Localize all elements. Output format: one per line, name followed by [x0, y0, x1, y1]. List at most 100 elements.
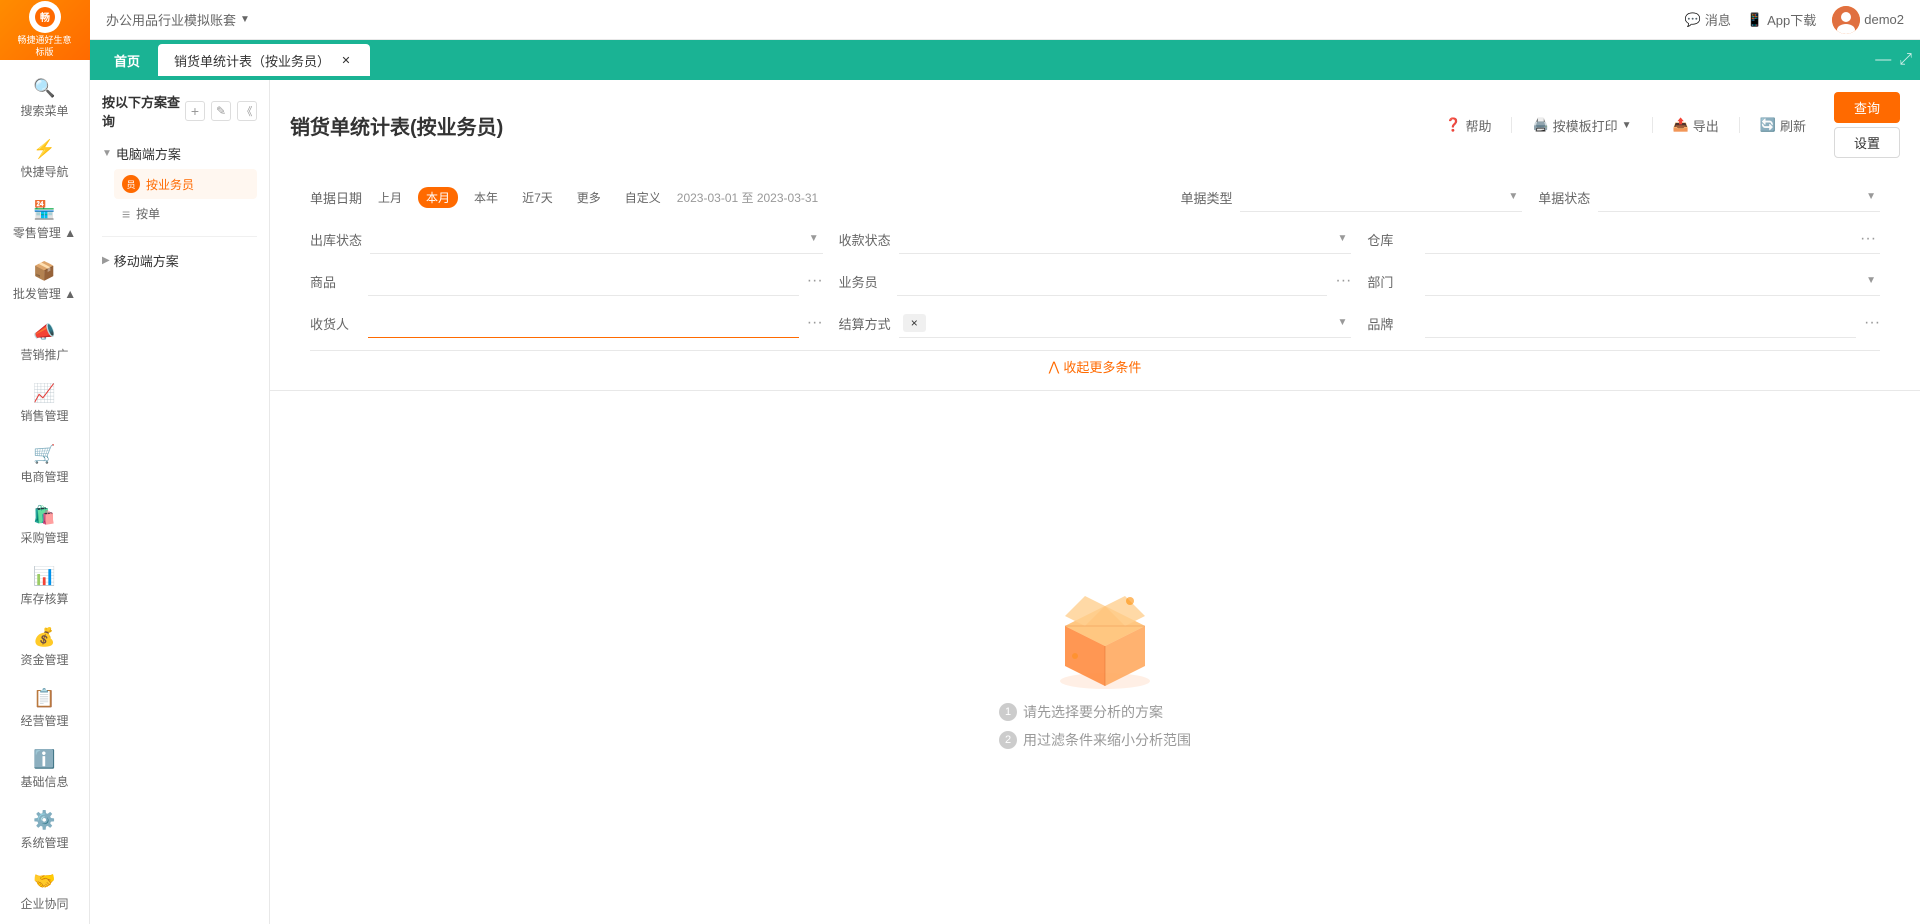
settings-button[interactable]: 设置	[1834, 127, 1900, 158]
collapse-icon: ⋀	[1049, 359, 1060, 375]
filter-panel-actions: + ✎ 《	[185, 101, 257, 121]
doc-type-select[interactable]: ▼	[1240, 182, 1522, 212]
page-content: 按以下方案查询 + ✎ 《 ▼ 电脑端方案 员 按	[90, 80, 1920, 924]
doc-status-select[interactable]: ▼	[1598, 182, 1880, 212]
goods-input[interactable]	[368, 266, 799, 296]
tab-sales-stat[interactable]: 销货单统计表（按业务员） ✕	[158, 44, 370, 76]
date-btn-this-year[interactable]: 本年	[466, 187, 506, 208]
help-button[interactable]: ❓ 帮助	[1437, 112, 1499, 139]
sidebar-item-quick-nav[interactable]: ⚡ 快捷导航	[0, 129, 90, 190]
receiver-dots[interactable]: ···	[807, 314, 823, 332]
sidebar-item-retail[interactable]: 🏪 零售管理 ▲	[0, 190, 90, 251]
message-button[interactable]: 💬 消息	[1685, 10, 1731, 29]
sidebar-item-system[interactable]: ⚙️ 系统管理	[0, 800, 90, 861]
tab-home[interactable]: 首页	[98, 44, 156, 76]
topbar-suite-selector[interactable]: 办公用品行业模拟账套 ▼	[106, 10, 250, 29]
sidebar-item-inventory-label: 库存核算	[20, 590, 68, 607]
collapse-filter-button[interactable]: ⋀ 收起更多条件	[310, 350, 1880, 382]
tip-2-text: 用过滤条件来缩小分析范围	[1023, 730, 1191, 750]
query-button[interactable]: 查询	[1834, 92, 1900, 123]
refresh-label: 刷新	[1780, 116, 1806, 135]
date-btn-7days[interactable]: 近7天	[514, 187, 561, 208]
page-header-top: 销货单统计表(按业务员) ❓ 帮助 🖨️ 按模板打印 ▼	[290, 92, 1900, 158]
sidebar-item-operation[interactable]: 📋 经营管理	[0, 678, 90, 739]
finance-icon: 💰	[33, 627, 55, 648]
print-button[interactable]: 🖨️ 按模板打印 ▼	[1524, 112, 1639, 139]
sidebar-item-finance-label: 资金管理	[20, 651, 68, 668]
user-menu[interactable]: demo2	[1832, 6, 1904, 34]
refresh-button[interactable]: 🔄 刷新	[1752, 112, 1814, 139]
filter-department-field: 部门 ▼	[1367, 266, 1880, 296]
empty-state: 1 请先选择要分析的方案 2 用过滤条件来缩小分析范围	[999, 566, 1191, 750]
payment-label: 结算方式	[839, 314, 891, 333]
receipt-status-select[interactable]: ▼	[899, 224, 1352, 254]
empty-box-svg	[1035, 566, 1175, 706]
export-icon: 📤	[1673, 117, 1689, 133]
desktop-scheme-header[interactable]: ▼ 电脑端方案	[102, 138, 257, 169]
tab-close-icon[interactable]: ✕	[338, 52, 354, 68]
sidebar-item-basics[interactable]: ℹ️ 基础信息	[0, 739, 90, 800]
filter-date-field: 单据日期 上月 本月 本年 近7天 更多 自定义 2023-03-01 至 20…	[310, 187, 1164, 208]
app-download-button[interactable]: 📱 App下载	[1747, 10, 1816, 29]
divider3	[1739, 117, 1740, 133]
sidebar-item-wholesale[interactable]: 📦 批发管理 ▲	[0, 251, 90, 312]
sidebar-logo[interactable]: 畅 畅捷通好生意 标版	[0, 0, 90, 60]
out-status-select[interactable]: ▼	[370, 224, 823, 254]
filter-divider	[102, 236, 257, 237]
filter-doc-type-field: 单据类型 ▼	[1180, 182, 1522, 212]
collapse-panel-button[interactable]: 《	[237, 101, 257, 121]
date-btn-more[interactable]: 更多	[569, 187, 609, 208]
marketing-icon: 📣	[33, 322, 55, 343]
collapse-label: 收起更多条件	[1063, 357, 1141, 376]
tab-maximize-icon[interactable]: ⤢	[1899, 51, 1912, 69]
receiver-label: 收货人	[310, 314, 360, 333]
warehouse-dots[interactable]: ···	[1860, 230, 1876, 248]
payment-tag-close[interactable]: ×	[911, 316, 918, 330]
date-btn-custom[interactable]: 自定义	[617, 187, 669, 208]
sidebar-item-ecommerce[interactable]: 🛒 电商管理	[0, 434, 90, 495]
salesperson-input[interactable]	[897, 266, 1328, 296]
mobile-scheme[interactable]: ▶ 移动端方案	[90, 245, 269, 276]
warehouse-label: 仓库	[1367, 230, 1417, 249]
scheme-item-by-salesperson[interactable]: 员 按业务员	[114, 169, 257, 199]
sidebar-menu: 🔍 搜索菜单 ⚡ 快捷导航 🏪 零售管理 ▲ 📦 批发管理 ▲ 📣 营销推广 📈	[0, 60, 90, 924]
salesperson-dots[interactable]: ···	[1335, 272, 1351, 290]
payment-select[interactable]: × ▼	[899, 308, 1352, 338]
tip-num-1: 1	[999, 703, 1017, 721]
wholesale-icon: 📦	[33, 261, 55, 282]
brand-input[interactable]	[1425, 308, 1856, 338]
sidebar-item-marketing[interactable]: 📣 营销推广	[0, 312, 90, 373]
date-btn-this-month[interactable]: 本月	[418, 187, 458, 208]
refresh-icon: 🔄	[1760, 117, 1776, 133]
sidebar-item-finance[interactable]: 💰 资金管理	[0, 617, 90, 678]
sidebar-item-purchase[interactable]: 🛍️ 采购管理	[0, 495, 90, 556]
doc-status-arrow-icon: ▼	[1866, 191, 1876, 202]
main-area: 1 请先选择要分析的方案 2 用过滤条件来缩小分析范围	[270, 391, 1920, 924]
department-select[interactable]: ▼	[1425, 266, 1880, 296]
edit-scheme-button[interactable]: ✎	[211, 101, 231, 121]
sidebar-item-retail-label: 零售管理 ▲	[13, 224, 76, 241]
goods-dots[interactable]: ···	[807, 272, 823, 290]
goods-label: 商品	[310, 272, 360, 291]
sidebar-item-enterprise[interactable]: 🤝 企业协同	[0, 861, 90, 922]
export-button[interactable]: 📤 导出	[1665, 112, 1727, 139]
topbar-title: 办公用品行业模拟账套	[106, 10, 236, 29]
tab-minimize-icon[interactable]: —	[1875, 51, 1891, 69]
sidebar-item-search[interactable]: 🔍 搜索菜单	[0, 68, 90, 129]
add-scheme-button[interactable]: +	[185, 101, 205, 121]
sidebar-item-sales[interactable]: 📈 销售管理	[0, 373, 90, 434]
filter-salesperson-field: 业务员 ···	[839, 266, 1352, 296]
brand-dots[interactable]: ···	[1864, 314, 1880, 332]
warehouse-select[interactable]: ···	[1425, 224, 1880, 254]
doc-type-arrow-icon: ▼	[1508, 191, 1518, 202]
receiver-input[interactable]	[368, 308, 799, 338]
help-label: 帮助	[1465, 116, 1491, 135]
sidebar-item-marketing-label: 营销推广	[20, 346, 68, 363]
receipt-status-label: 收款状态	[839, 230, 891, 249]
date-btn-last-month[interactable]: 上月	[370, 187, 410, 208]
avatar	[1832, 6, 1860, 34]
empty-tips: 1 请先选择要分析的方案 2 用过滤条件来缩小分析范围	[999, 702, 1191, 750]
logo-text: 畅捷通好生意 标版	[17, 35, 71, 58]
scheme-item-by-order[interactable]: ≡ 按单	[114, 199, 257, 228]
sidebar-item-inventory[interactable]: 📊 库存核算	[0, 556, 90, 617]
